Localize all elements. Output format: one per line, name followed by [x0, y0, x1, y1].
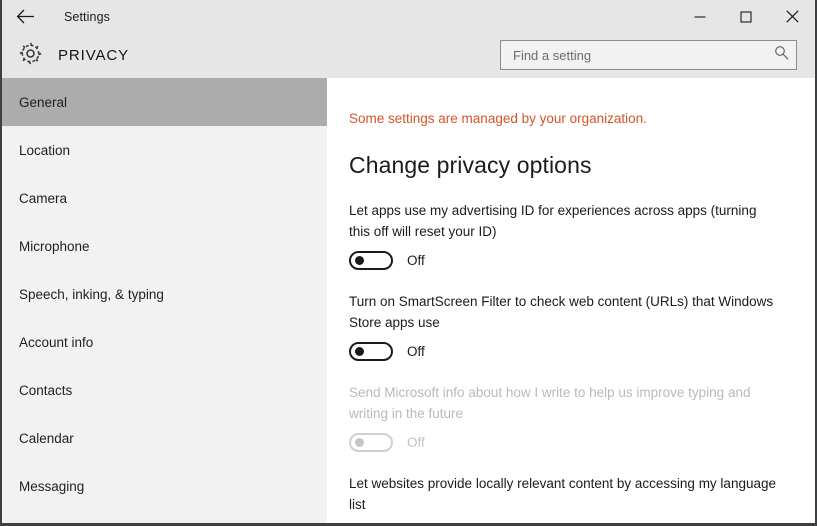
- minimize-icon: [694, 11, 706, 23]
- close-button[interactable]: [769, 0, 815, 33]
- toggle-row: Off: [349, 342, 815, 361]
- sidebar-item-label: Messaging: [19, 478, 85, 494]
- toggle-knob: [355, 347, 364, 356]
- settings-window: Settings PRIVACY Find a setting General …: [0, 0, 817, 526]
- sidebar-item-label: Location: [19, 142, 71, 158]
- back-button[interactable]: [2, 0, 48, 33]
- search-input[interactable]: [501, 41, 766, 69]
- organization-notice: Some settings are managed by your organi…: [349, 111, 647, 126]
- gear-icon: [17, 40, 44, 72]
- setting-label: Let websites provide locally relevant co…: [349, 476, 776, 512]
- sidebar-item-label: General: [19, 94, 68, 110]
- sidebar-item-general[interactable]: General: [2, 78, 327, 126]
- sidebar-item-messaging[interactable]: Messaging: [2, 462, 327, 510]
- page-header: PRIVACY: [2, 33, 815, 78]
- setting-item: Send Microsoft info about how I write to…: [349, 382, 815, 452]
- sidebar-item-microphone[interactable]: Microphone: [2, 222, 327, 270]
- toggle-state-label: Off: [407, 344, 425, 359]
- toggle-state-label: Off: [407, 253, 425, 268]
- sidebar-item-camera[interactable]: Camera: [2, 174, 327, 222]
- sidebar-item-label: Calendar: [19, 430, 74, 446]
- sidebar-item-label: Microphone: [19, 238, 90, 254]
- setting-label: Let apps use my advertising ID for exper…: [349, 203, 757, 239]
- sidebar-item-label: Account info: [19, 334, 94, 350]
- setting-item: Turn on SmartScreen Filter to check web …: [349, 291, 815, 361]
- window-title: Settings: [64, 9, 110, 24]
- toggle-row: Off: [349, 251, 815, 270]
- sidebar-item-calendar[interactable]: Calendar: [2, 414, 327, 462]
- setting-toggle: [349, 433, 393, 452]
- setting-toggle[interactable]: [349, 251, 393, 270]
- sidebar-nav: General Location Camera Microphone Speech, i…: [2, 78, 327, 523]
- toggle-knob: [355, 256, 364, 265]
- minimize-button[interactable]: [677, 0, 723, 33]
- setting-label: Send Microsoft info about how I write to…: [349, 385, 751, 421]
- toggle-knob: [355, 438, 364, 447]
- sidebar-item-label: Speech, inking, & typing: [19, 286, 164, 302]
- settings-list: Let apps use my advertising ID for exper…: [349, 200, 815, 515]
- setting-toggle[interactable]: [349, 342, 393, 361]
- search-button[interactable]: [766, 45, 796, 65]
- sidebar-item-speech-inking-typing[interactable]: Speech, inking, & typing: [2, 270, 327, 318]
- sidebar-item-location[interactable]: Location: [2, 126, 327, 174]
- back-arrow-icon: [16, 9, 35, 24]
- settings-icon-wrap: [2, 40, 58, 72]
- maximize-button[interactable]: [723, 0, 769, 33]
- maximize-icon: [740, 10, 752, 23]
- toggle-row: Off: [349, 433, 815, 452]
- toggle-state-label: Off: [407, 435, 425, 450]
- sidebar-item-label: Contacts: [19, 382, 73, 398]
- page-title: PRIVACY: [58, 47, 130, 64]
- content-pane: Some settings are managed by your organi…: [327, 78, 815, 523]
- close-icon: [785, 10, 799, 23]
- window-controls: [677, 0, 815, 33]
- content-heading: Change privacy options: [349, 152, 592, 178]
- search-box[interactable]: [500, 40, 797, 70]
- body-area: General Location Camera Microphone Speech, i…: [2, 78, 815, 523]
- sidebar-item-contacts[interactable]: Contacts: [2, 366, 327, 414]
- setting-item: Let apps use my advertising ID for exper…: [349, 200, 815, 270]
- sidebar-item-label: Camera: [19, 190, 68, 206]
- title-bar: Settings: [2, 0, 815, 33]
- sidebar-item-account-info[interactable]: Account info: [2, 318, 327, 366]
- search-icon: [774, 45, 789, 65]
- setting-label: Turn on SmartScreen Filter to check web …: [349, 294, 774, 330]
- setting-item: Let websites provide locally relevant co…: [349, 473, 815, 515]
